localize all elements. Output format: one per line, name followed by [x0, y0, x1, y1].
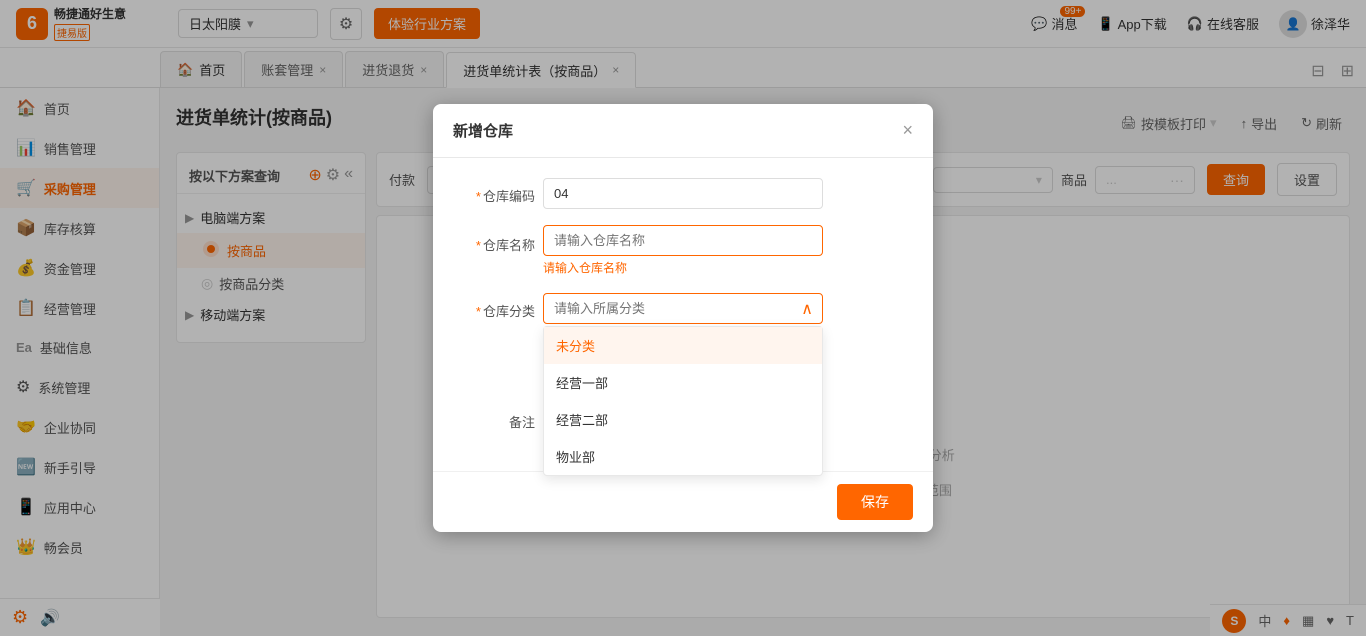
- modal-body: 仓库编码 仓库名称 请输入仓库名称 仓库分类 ∧ 未分类 经营一部: [433, 158, 933, 471]
- modal-header: 新增仓库 ×: [433, 104, 933, 158]
- modal-footer: 保存: [433, 471, 933, 532]
- save-button[interactable]: 保存: [837, 484, 913, 520]
- warehouse-category-label: 仓库分类: [463, 293, 543, 320]
- dropdown-option-uncategorized[interactable]: 未分类: [544, 327, 822, 364]
- warehouse-category-row: 仓库分类 ∧ 未分类 经营一部 经营二部 物业部: [463, 293, 903, 324]
- dropdown-option-dept2[interactable]: 经营二部: [544, 401, 822, 438]
- dropdown-option-dept1[interactable]: 经营一部: [544, 364, 822, 401]
- warehouse-name-input[interactable]: [543, 225, 823, 256]
- category-arrow-icon[interactable]: ∧: [801, 299, 813, 319]
- warehouse-name-row: 仓库名称 请输入仓库名称: [463, 225, 903, 277]
- category-select-wrapper: ∧ 未分类 经营一部 经营二部 物业部: [543, 293, 823, 324]
- warehouse-code-label: 仓库编码: [463, 178, 543, 205]
- warehouse-remark-label: 备注: [463, 404, 543, 431]
- warehouse-code-input[interactable]: [543, 178, 823, 209]
- modal-title: 新增仓库: [453, 120, 513, 141]
- warehouse-name-error: 请输入仓库名称: [543, 261, 627, 275]
- warehouse-code-row: 仓库编码: [463, 178, 903, 209]
- category-dropdown: 未分类 经营一部 经营二部 物业部: [543, 326, 823, 476]
- warehouse-name-label: 仓库名称: [463, 227, 543, 254]
- category-input[interactable]: [543, 293, 823, 324]
- add-warehouse-modal: 新增仓库 × 仓库编码 仓库名称 请输入仓库名称 仓库分类 ∧: [433, 104, 933, 532]
- dropdown-option-dept3[interactable]: 物业部: [544, 438, 822, 475]
- modal-close-button[interactable]: ×: [902, 120, 913, 141]
